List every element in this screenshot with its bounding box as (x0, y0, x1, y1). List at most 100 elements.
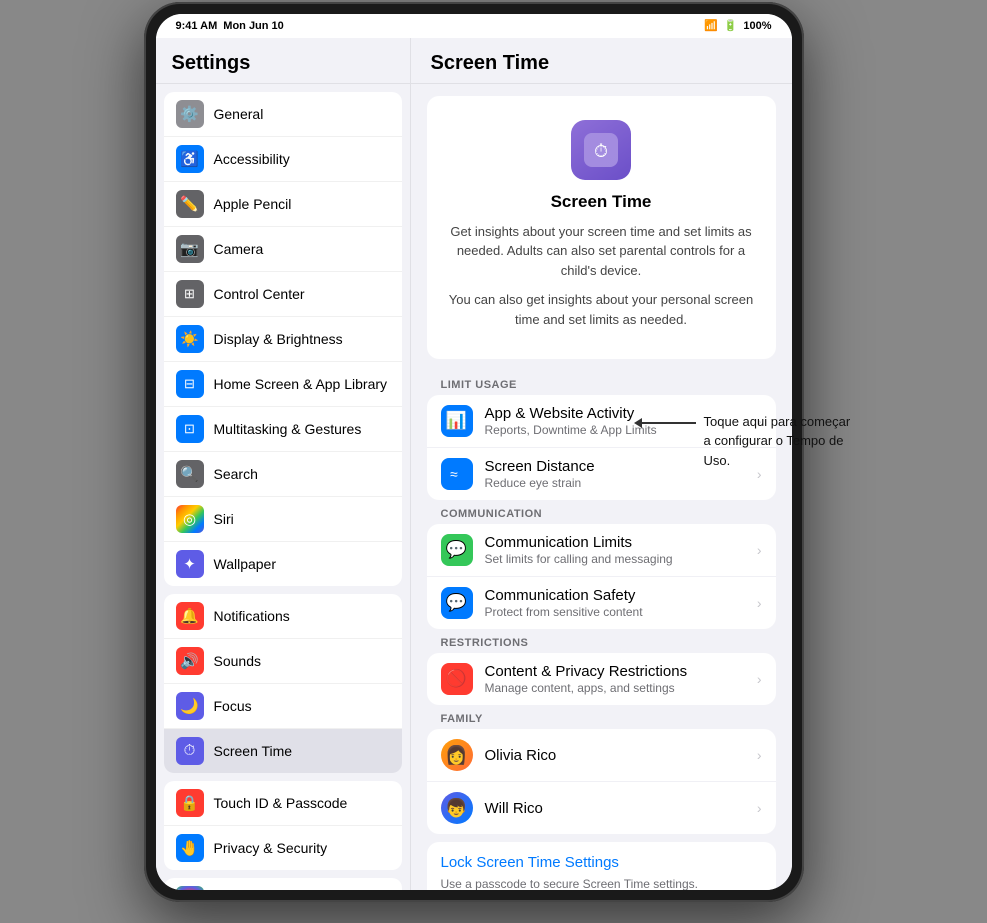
app-website-icon: 📊 (441, 405, 473, 437)
multitasking-label: Multitasking & Gestures (214, 421, 362, 437)
sidebar-item-sounds[interactable]: 🔊 Sounds (164, 639, 402, 684)
olivia-text: Olivia Rico (485, 747, 749, 764)
notifications-label: Notifications (214, 608, 290, 624)
comm-limits-subtitle: Set limits for calling and messaging (485, 552, 749, 566)
notifications-icon: 🔔 (176, 602, 204, 630)
wallpaper-label: Wallpaper (214, 556, 277, 572)
sidebar-item-siri[interactable]: ◎ Siri (164, 497, 402, 542)
will-chevron: › (757, 800, 762, 816)
hero-description-1: Get insights about your screen time and … (447, 222, 756, 281)
sidebar-item-focus[interactable]: 🌙 Focus (164, 684, 402, 729)
sidebar-item-multitasking[interactable]: ⊡ Multitasking & Gestures (164, 407, 402, 452)
lock-group: Lock Screen Time Settings Use a passcode… (427, 842, 776, 890)
hero-icon: ⏱ (571, 120, 631, 180)
general-label: General (214, 106, 264, 122)
section-label-comm: COMMUNICATION (441, 508, 772, 520)
comm-safety-chevron: › (757, 595, 762, 611)
lock-desc: Use a passcode to secure Screen Time set… (427, 875, 776, 890)
callout-text: Toque aqui para começar a configurar o T… (704, 412, 854, 471)
home-screen-icon: ⊟ (176, 370, 204, 398)
callout-line (641, 422, 696, 424)
content-privacy-chevron: › (757, 671, 762, 687)
focus-label: Focus (214, 698, 252, 714)
comm-limits-title: Communication Limits (485, 534, 749, 551)
content-privacy-title: Content & Privacy Restrictions (485, 663, 749, 680)
comm-safety-subtitle: Protect from sensitive content (485, 605, 749, 619)
settings-row-comm-limits[interactable]: 💬 Communication Limits Set limits for ca… (427, 524, 776, 577)
battery-icon: 🔋 (724, 19, 738, 32)
sidebar-item-notifications[interactable]: 🔔 Notifications (164, 594, 402, 639)
status-bar-right: 📶 🔋 100% (704, 19, 772, 32)
comm-limits-text: Communication Limits Set limits for call… (485, 534, 749, 566)
sidebar-item-touch-id[interactable]: 🔒 Touch ID & Passcode (164, 781, 402, 826)
privacy-icon: 🤚 (176, 834, 204, 862)
will-title: Will Rico (485, 800, 749, 817)
callout-wrapper: Toque aqui para começar a configurar o T… (641, 412, 854, 471)
comm-safety-icon: 💬 (441, 587, 473, 619)
accessibility-icon: ♿ (176, 145, 204, 173)
touch-id-icon: 🔒 (176, 789, 204, 817)
screen-distance-icon: ≈ (441, 458, 473, 490)
siri-icon: ◎ (176, 505, 204, 533)
sidebar-item-display[interactable]: ☀️ Display & Brightness (164, 317, 402, 362)
sidebar-item-privacy[interactable]: 🤚 Privacy & Security (164, 826, 402, 870)
settings-row-comm-safety[interactable]: 💬 Communication Safety Protect from sens… (427, 577, 776, 629)
sidebar-item-home-screen[interactable]: ⊟ Home Screen & App Library (164, 362, 402, 407)
sidebar-group-3: 🔒 Touch ID & Passcode 🤚 Privacy & Securi… (164, 781, 402, 870)
hero-card: ⏱ Screen Time Get insights about your sc… (427, 96, 776, 360)
lock-link[interactable]: Lock Screen Time Settings (427, 842, 776, 875)
search-label: Search (214, 466, 258, 482)
wifi-icon: 📶 (704, 19, 718, 32)
will-text: Will Rico (485, 800, 749, 817)
main-header: Screen Time (411, 38, 792, 84)
sidebar-item-camera[interactable]: 📷 Camera (164, 227, 402, 272)
control-center-label: Control Center (214, 286, 305, 302)
hero-title: Screen Time (447, 192, 756, 212)
status-date: Mon Jun 10 (223, 20, 284, 32)
olivia-chevron: › (757, 747, 762, 763)
settings-row-content-privacy[interactable]: 🚫 Content & Privacy Restrictions Manage … (427, 653, 776, 705)
status-bar-left: 9:41 AM Mon Jun 10 (176, 20, 284, 32)
touch-id-label: Touch ID & Passcode (214, 795, 348, 811)
sidebar-scroll[interactable]: ⚙️ General ♿ Accessibility ✏️ Apple Penc… (156, 84, 410, 890)
svg-text:≈: ≈ (450, 466, 458, 482)
accessibility-label: Accessibility (214, 151, 290, 167)
sidebar-group-1: ⚙️ General ♿ Accessibility ✏️ Apple Penc… (164, 92, 402, 586)
siri-label: Siri (214, 511, 234, 527)
sidebar-item-apple-pencil[interactable]: ✏️ Apple Pencil (164, 182, 402, 227)
control-center-icon: ⊞ (176, 280, 204, 308)
settings-row-olivia[interactable]: 👩 Olivia Rico › (427, 729, 776, 782)
sidebar-item-wallpaper[interactable]: ✦ Wallpaper (164, 542, 402, 586)
content-privacy-text: Content & Privacy Restrictions Manage co… (485, 663, 749, 695)
sidebar-item-control-center[interactable]: ⊞ Control Center (164, 272, 402, 317)
sidebar-group-4: 🎮 Game Center ☁️ iCloud 💳 Wallet & Apple… (164, 878, 402, 890)
comm-limits-icon: 💬 (441, 534, 473, 566)
sounds-icon: 🔊 (176, 647, 204, 675)
sidebar-title: Settings (156, 38, 410, 84)
general-icon: ⚙️ (176, 100, 204, 128)
olivia-title: Olivia Rico (485, 747, 749, 764)
will-avatar: 👦 (441, 792, 473, 824)
section-label-restrictions: RESTRICTIONS (441, 637, 772, 649)
section-label-limit: LIMIT USAGE (441, 379, 772, 391)
sidebar-item-search[interactable]: 🔍 Search (164, 452, 402, 497)
sidebar-item-accessibility[interactable]: ♿ Accessibility (164, 137, 402, 182)
svg-text:⏱: ⏱ (594, 141, 608, 161)
sidebar-item-general[interactable]: ⚙️ General (164, 92, 402, 137)
callout-arrow (634, 418, 642, 428)
screen-time-label: Screen Time (214, 743, 293, 759)
settings-row-will[interactable]: 👦 Will Rico › (427, 782, 776, 834)
sidebar-item-game-center[interactable]: 🎮 Game Center (164, 878, 402, 890)
game-center-icon: 🎮 (176, 886, 204, 890)
multitasking-icon: ⊡ (176, 415, 204, 443)
main-scroll[interactable]: ⏱ Screen Time Get insights about your sc… (411, 84, 792, 890)
battery-level: 100% (743, 20, 771, 32)
home-screen-label: Home Screen & App Library (214, 376, 388, 392)
display-icon: ☀️ (176, 325, 204, 353)
search-icon: 🔍 (176, 460, 204, 488)
section-label-family: FAMILY (441, 713, 772, 725)
display-label: Display & Brightness (214, 331, 343, 347)
sidebar-group-2: 🔔 Notifications 🔊 Sounds 🌙 Focus (164, 594, 402, 773)
apple-pencil-icon: ✏️ (176, 190, 204, 218)
sidebar-item-screen-time[interactable]: ⏱ Screen Time (164, 729, 402, 773)
